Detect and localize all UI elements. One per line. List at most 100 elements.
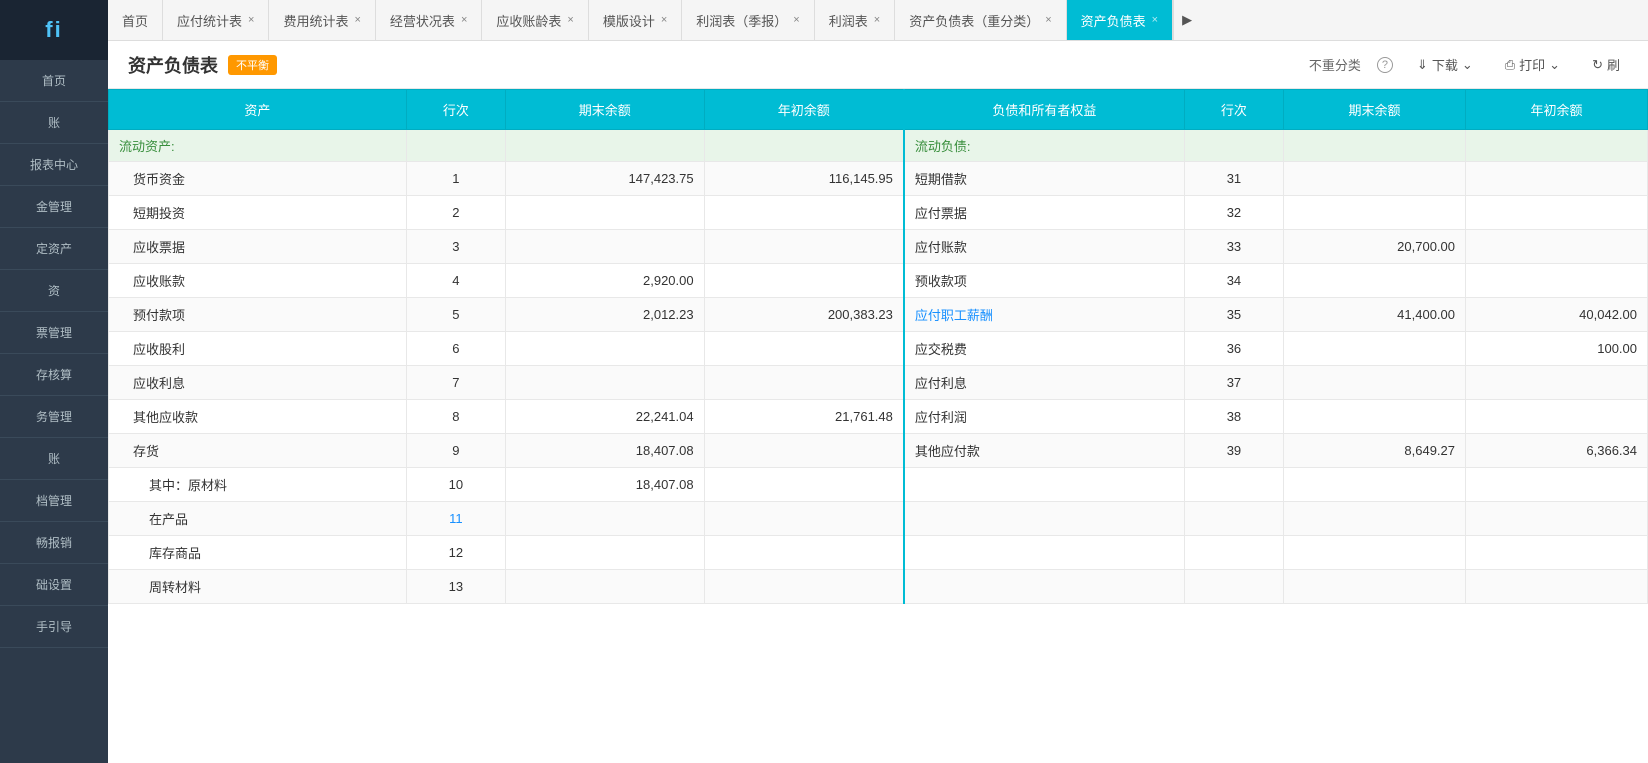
right-begin-3: [1466, 230, 1648, 264]
tab-scroll-right[interactable]: ▶: [1173, 0, 1200, 40]
section-left-begin: [704, 130, 904, 162]
download-button[interactable]: ⇓ 下载 ⌄: [1409, 51, 1481, 78]
sidebar-item-account[interactable]: 账: [0, 102, 108, 144]
left-begin-1: 116,145.95: [704, 162, 904, 196]
sidebar-item-home[interactable]: 首页: [0, 60, 108, 102]
left-row-4: 4: [406, 264, 505, 298]
left-begin-8: 21,761.48: [704, 400, 904, 434]
col-header-asset: 资产: [109, 90, 407, 130]
right-begin-2: [1466, 196, 1648, 230]
tab-balance-reclassified-label: 资产负债表（重分类）: [909, 11, 1039, 30]
right-end-5: 41,400.00: [1284, 298, 1466, 332]
left-end-2: [505, 196, 704, 230]
unbalanced-badge: 不平衡: [228, 55, 277, 75]
left-end-3: [505, 230, 704, 264]
right-begin-13: [1466, 570, 1648, 604]
tab-balance-sheet[interactable]: 资产负债表 ×: [1067, 0, 1173, 40]
sidebar-item-fixed-assets[interactable]: 定资产: [0, 228, 108, 270]
left-row-12: 12: [406, 536, 505, 570]
right-row-13: [1184, 570, 1283, 604]
tab-payable-stats-close[interactable]: ×: [248, 14, 254, 26]
tab-receivable-aging-close[interactable]: ×: [567, 14, 573, 26]
left-row-5: 5: [406, 298, 505, 332]
sidebar-item-archive[interactable]: 档管理: [0, 480, 108, 522]
left-item-1: 货币资金: [109, 162, 407, 196]
tab-balance-reclassified-close[interactable]: ×: [1045, 14, 1051, 26]
sidebar-item-settings[interactable]: 础设置: [0, 564, 108, 606]
table-row: 其他应收款 8 22,241.04 21,761.48 应付利润 38: [109, 400, 1648, 434]
right-begin-7: [1466, 366, 1648, 400]
tab-expense-stats[interactable]: 费用统计表 ×: [269, 0, 375, 40]
sidebar-item-guide[interactable]: 手引导: [0, 606, 108, 648]
help-icon[interactable]: ?: [1377, 57, 1393, 73]
tab-profit-quarterly[interactable]: 利润表（季报） ×: [682, 0, 814, 40]
tab-operation-status[interactable]: 经营状况表 ×: [376, 0, 482, 40]
right-begin-11: [1466, 502, 1648, 536]
right-begin-6: 100.00: [1466, 332, 1648, 366]
table-row: 货币资金 1 147,423.75 116,145.95 短期借款 31: [109, 162, 1648, 196]
sidebar-item-report-center[interactable]: 报表中心: [0, 144, 108, 186]
right-end-3: 20,700.00: [1284, 230, 1466, 264]
left-item-11: 在产品: [109, 502, 407, 536]
left-begin-10: [704, 468, 904, 502]
sidebar-item-expense[interactable]: 畅报销: [0, 522, 108, 564]
col-header-end-balance-left: 期末余额: [505, 90, 704, 130]
tab-receivable-aging[interactable]: 应收账龄表 ×: [482, 0, 588, 40]
right-item-7: 应付利息: [904, 366, 1184, 400]
page-title: 资产负债表: [128, 52, 218, 78]
right-begin-9: 6,366.34: [1466, 434, 1648, 468]
tab-profit[interactable]: 利润表 ×: [815, 0, 895, 40]
left-begin-9: [704, 434, 904, 468]
tab-template-design[interactable]: 模版设计 ×: [589, 0, 682, 40]
right-item-10: [904, 468, 1184, 502]
sidebar-item-investment[interactable]: 资: [0, 270, 108, 312]
tab-payable-stats[interactable]: 应付统计表 ×: [163, 0, 269, 40]
right-item-11: [904, 502, 1184, 536]
tab-expense-stats-close[interactable]: ×: [354, 14, 360, 26]
sidebar-item-inventory[interactable]: 存核算: [0, 354, 108, 396]
left-end-6: [505, 332, 704, 366]
tab-bar: 首页 应付统计表 × 费用统计表 × 经营状况表 × 应收账龄表 × 模版设计 …: [108, 0, 1648, 41]
right-item-1: 短期借款: [904, 162, 1184, 196]
left-begin-4: [704, 264, 904, 298]
tab-profit-quarterly-close[interactable]: ×: [793, 14, 799, 26]
refresh-button[interactable]: ↻ 刷: [1584, 51, 1628, 78]
left-row-8: 8: [406, 400, 505, 434]
right-item-8: 应付利润: [904, 400, 1184, 434]
right-row-2: 32: [1184, 196, 1283, 230]
left-begin-5: 200,383.23: [704, 298, 904, 332]
right-row-5: 35: [1184, 298, 1283, 332]
col-header-begin-balance-left: 年初余额: [704, 90, 904, 130]
tab-balance-sheet-label: 资产负债表: [1081, 11, 1146, 30]
print-button[interactable]: ⎙ 打印 ⌄: [1497, 51, 1568, 78]
left-item-7: 应收利息: [109, 366, 407, 400]
tab-balance-reclassified[interactable]: 资产负债表（重分类） ×: [895, 0, 1066, 40]
print-icon: ⎙: [1505, 57, 1515, 73]
sidebar-item-ledger[interactable]: 账: [0, 438, 108, 480]
right-row-4: 34: [1184, 264, 1283, 298]
tab-operation-status-close[interactable]: ×: [461, 14, 467, 26]
header-actions: 不重分类 ? ⇓ 下载 ⌄ ⎙ 打印 ⌄ ↻ 刷: [1309, 51, 1628, 78]
right-item-3: 应付账款: [904, 230, 1184, 264]
tab-template-design-close[interactable]: ×: [661, 14, 667, 26]
sidebar-item-tax-mgmt[interactable]: 务管理: [0, 396, 108, 438]
right-item-5[interactable]: 应付职工薪酬: [904, 298, 1184, 332]
right-row-11: [1184, 502, 1283, 536]
sidebar-item-fund-mgmt[interactable]: 金管理: [0, 186, 108, 228]
left-begin-3: [704, 230, 904, 264]
left-item-12: 库存商品: [109, 536, 407, 570]
left-row-7: 7: [406, 366, 505, 400]
left-item-6: 应收股利: [109, 332, 407, 366]
left-end-5: 2,012.23: [505, 298, 704, 332]
tab-template-design-label: 模版设计: [603, 11, 655, 30]
left-row-11: 11: [406, 502, 505, 536]
right-end-10: [1284, 468, 1466, 502]
page-title-area: 资产负债表 不平衡: [128, 52, 277, 78]
section-left-label: 流动资产:: [109, 130, 407, 162]
tab-profit-close[interactable]: ×: [874, 14, 880, 26]
left-end-4: 2,920.00: [505, 264, 704, 298]
tab-balance-sheet-close[interactable]: ×: [1152, 14, 1158, 26]
tab-home[interactable]: 首页: [108, 0, 163, 40]
sidebar-item-bill-mgmt[interactable]: 票管理: [0, 312, 108, 354]
right-item-13: [904, 570, 1184, 604]
